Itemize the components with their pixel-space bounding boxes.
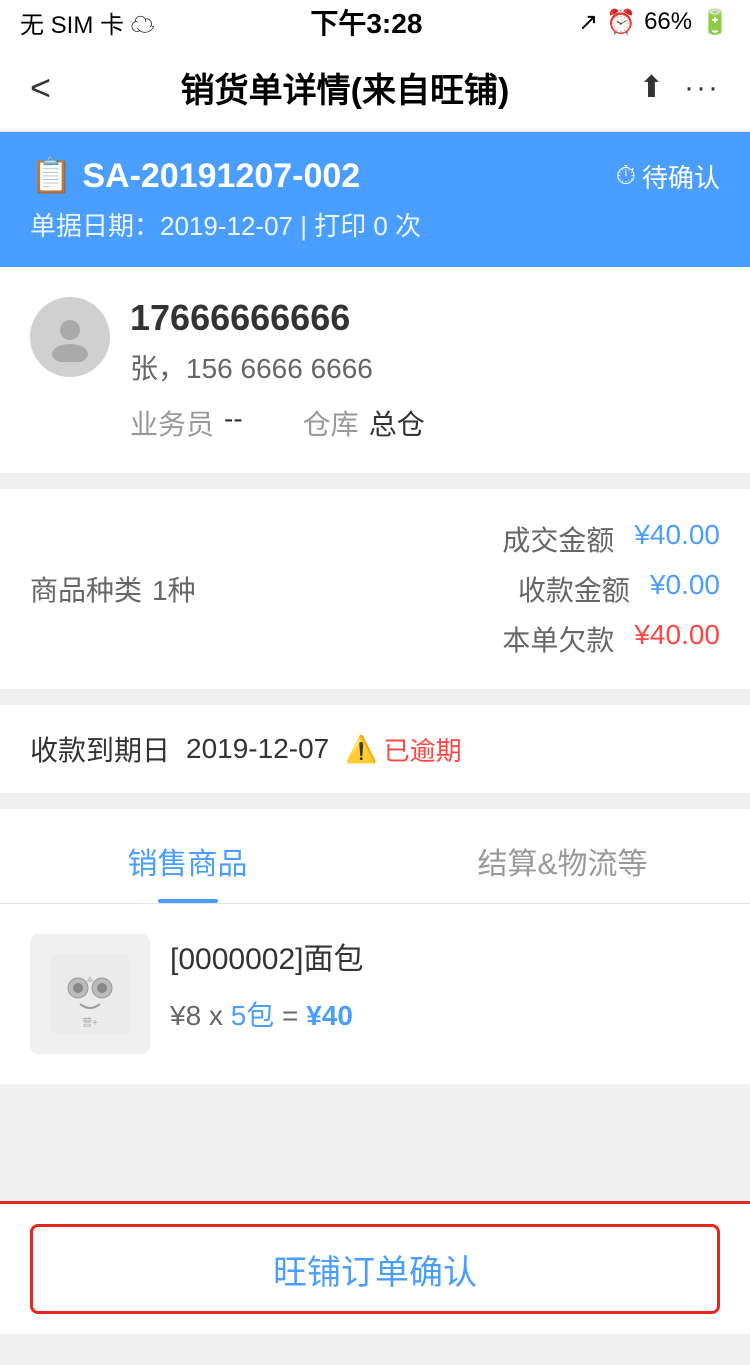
warehouse-item: 仓库 总仓 (303, 403, 425, 443)
due-date-label: 收款到期日 (30, 729, 170, 769)
sales-rep-item: 业务员 -- (130, 403, 243, 443)
stats-left: 商品种类 1种 (30, 519, 196, 659)
warning-icon: ⚠️ (345, 734, 377, 765)
received-amount-value: ¥0.00 (650, 569, 720, 609)
nav-right: ⬆ ··· (639, 70, 720, 105)
tabs-section: 销售商品 结算&物流等 营+ [00000 (0, 809, 750, 1085)
tabs-bar: 销售商品 结算&物流等 (0, 809, 750, 904)
customer-name: 张，156 6666 6666 (130, 347, 720, 387)
sales-rep-value: -- (224, 403, 243, 443)
status-left: 无 SIM 卡 ☁ (20, 5, 155, 40)
owed-amount-row: 本单欠款 ¥40.00 (502, 619, 720, 659)
status-badge: ⏱ 待确认 (616, 158, 720, 195)
product-type-value: 1种 (152, 569, 196, 609)
customer-info: 17666666666 张，156 6666 6666 业务员 -- 仓库 总仓 (130, 297, 720, 443)
due-date-section: 收款到期日 2019-12-07 ⚠️ 已逾期 (0, 705, 750, 793)
stats-right: 成交金额 ¥40.00 收款金额 ¥0.00 本单欠款 ¥40.00 (502, 519, 720, 659)
order-meta: 单据日期：2019-12-07 | 打印 0 次 (30, 206, 720, 243)
avatar (30, 297, 110, 377)
battery-status: 66% (644, 8, 692, 36)
owed-amount-value: ¥40.00 (634, 619, 720, 659)
status-time: 下午3:28 (310, 2, 422, 42)
warehouse-label: 仓库 (303, 403, 359, 443)
order-icon: 📋 (30, 156, 72, 196)
overdue-badge: ⚠️ 已逾期 (345, 731, 461, 768)
tab-products[interactable]: 销售商品 (0, 809, 375, 903)
tab-settlement[interactable]: 结算&物流等 (375, 809, 750, 903)
customer-section: 17666666666 张，156 6666 6666 业务员 -- 仓库 总仓 (0, 267, 750, 473)
customer-phone: 17666666666 (130, 297, 720, 339)
status-bar: 无 SIM 卡 ☁ 下午3:28 ↗ ⏰ 66% 🔋 (0, 0, 750, 44)
product-price: ¥8 x 5包 = ¥40 (170, 994, 720, 1034)
owed-amount-label: 本单欠款 (502, 619, 614, 659)
product-list: 营+ [0000002]面包 ¥8 x 5包 = ¥40 (0, 904, 750, 1085)
transaction-amount-value: ¥40.00 (634, 519, 720, 559)
page-title: 销货单详情(来自旺铺) (181, 63, 510, 112)
clock-icon: ⏱ (616, 160, 636, 192)
stats-section: 商品种类 1种 成交金额 ¥40.00 收款金额 ¥0.00 本单欠款 ¥40.… (0, 489, 750, 689)
alarm-icon: ⏰ (606, 8, 636, 37)
product-name: [0000002]面包 (170, 934, 720, 978)
product-type-label: 商品种类 (30, 569, 142, 609)
sales-rep-label: 业务员 (130, 403, 214, 443)
due-date-value: 2019-12-07 (186, 733, 329, 765)
more-button[interactable]: ··· (684, 71, 720, 105)
quantity-text: 5包 (231, 1000, 275, 1031)
nav-bar: < 销货单详情(来自旺铺) ⬆ ··· (0, 44, 750, 132)
sim-status: 无 SIM 卡 ☁ (20, 5, 155, 40)
customer-meta: 业务员 -- 仓库 总仓 (130, 403, 720, 443)
share-button[interactable]: ⬆ (639, 70, 664, 105)
product-image: 营+ (30, 934, 150, 1054)
order-number: 📋 SA-20191207-002 (30, 156, 360, 196)
header-card: 📋 SA-20191207-002 ⏱ 待确认 单据日期：2019-12-07 … (0, 132, 750, 267)
nav-left: < (30, 67, 51, 109)
total-price: ¥40 (306, 1000, 353, 1031)
header-card-top: 📋 SA-20191207-002 ⏱ 待确认 (30, 156, 720, 196)
overdue-label: 已逾期 (384, 731, 462, 768)
status-right: ↗ ⏰ 66% 🔋 (578, 8, 730, 37)
location-icon: ↗ (578, 8, 598, 37)
confirm-order-button[interactable]: 旺铺订单确认 (30, 1224, 720, 1314)
transaction-amount-row: 成交金额 ¥40.00 (502, 519, 720, 559)
product-item: 营+ [0000002]面包 ¥8 x 5包 = ¥40 (0, 904, 750, 1085)
received-amount-row: 收款金额 ¥0.00 (518, 569, 720, 609)
received-amount-label: 收款金额 (518, 569, 630, 609)
battery-icon: 🔋 (700, 8, 730, 37)
back-button[interactable]: < (30, 67, 51, 109)
warehouse-value: 总仓 (369, 403, 425, 443)
product-details: [0000002]面包 ¥8 x 5包 = ¥40 (170, 934, 720, 1054)
equal-sign: = (274, 1000, 306, 1031)
price-text: ¥8 x (170, 1000, 231, 1031)
transaction-amount-label: 成交金额 (502, 519, 614, 559)
svg-text:营+: 营+ (82, 1016, 98, 1029)
bottom-button-area: 旺铺订单确认 (0, 1201, 750, 1334)
